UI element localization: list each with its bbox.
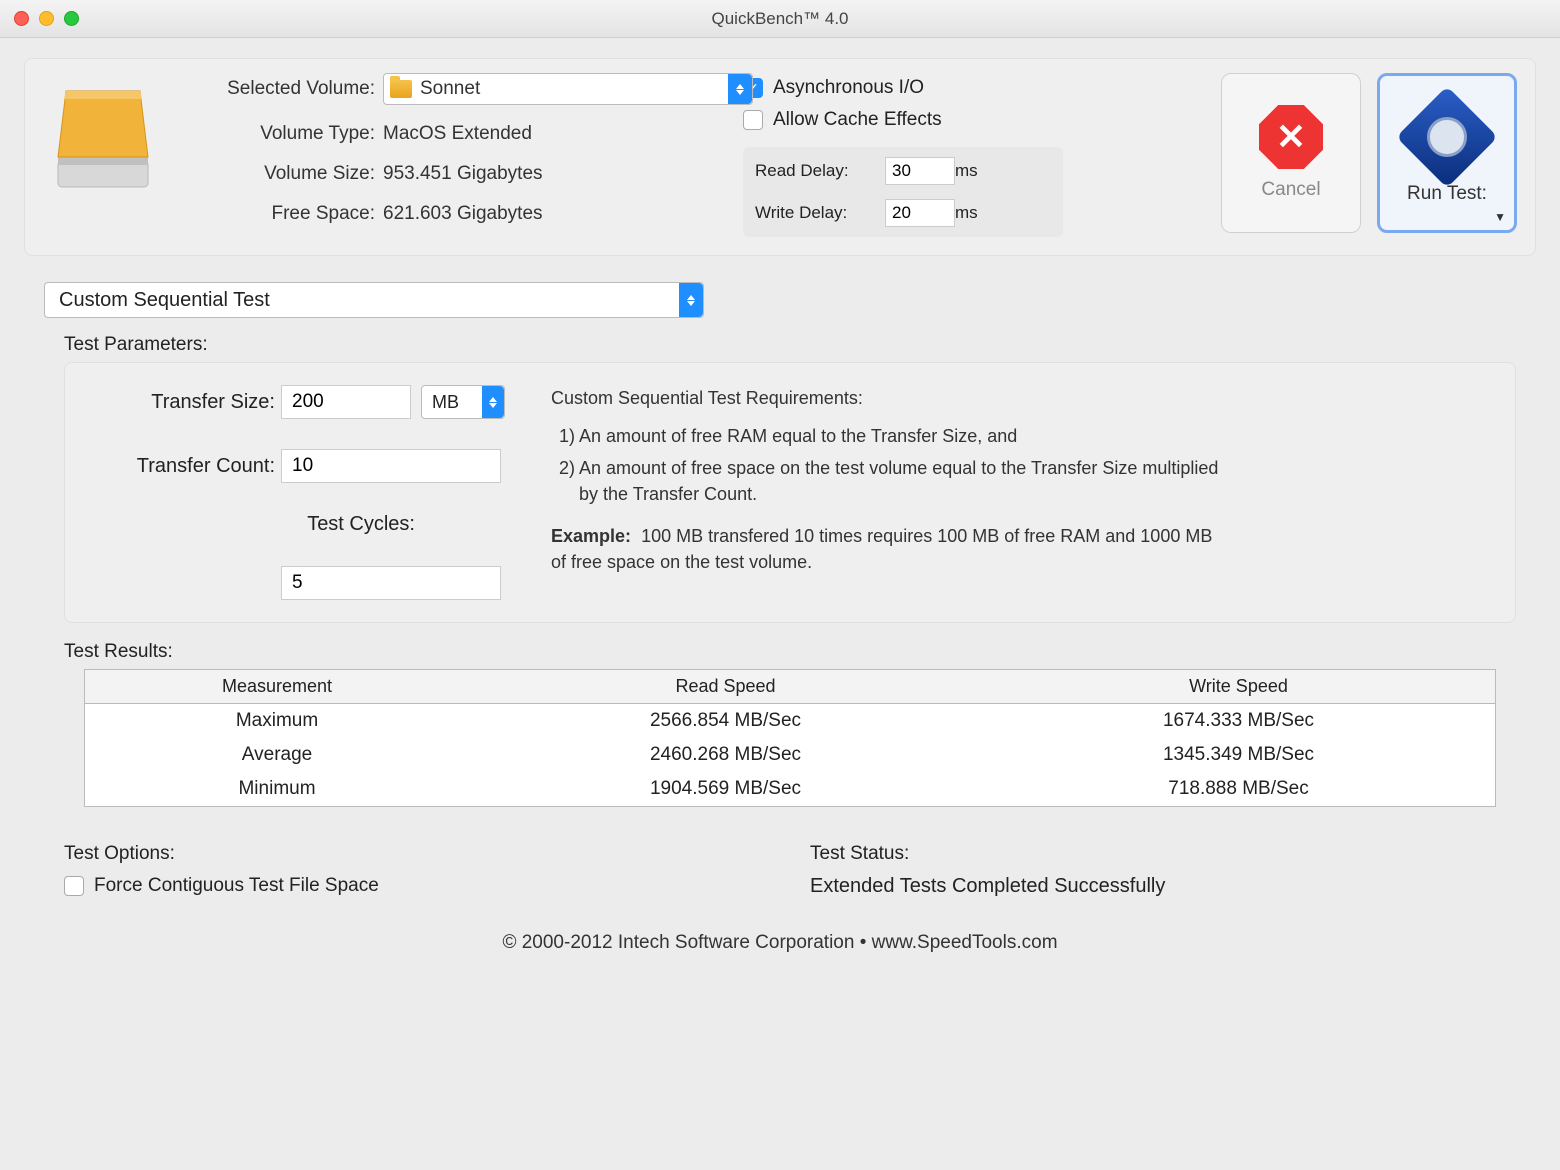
- read-delay-unit: ms: [955, 161, 995, 181]
- dropdown-arrows-icon: [728, 74, 752, 104]
- example-label: Example:: [551, 526, 631, 546]
- dropdown-arrows-icon: [679, 283, 703, 317]
- read-delay-label: Read Delay:: [755, 161, 885, 181]
- volume-size-value: 953.451 Gigabytes: [383, 163, 683, 185]
- dropdown-indicator-icon: ▼: [1494, 210, 1506, 224]
- example-text: 100 MB transfered 10 times requires 100 …: [551, 526, 1212, 572]
- titlebar: QuickBench™ 4.0: [0, 0, 1560, 38]
- test-parameters-header: Test Parameters:: [64, 334, 1536, 356]
- volume-size-label: Volume Size:: [183, 163, 383, 185]
- run-test-button-label: Run Test:: [1407, 183, 1487, 205]
- dropdown-arrows-icon: [482, 386, 504, 418]
- col-measurement: Measurement: [85, 670, 469, 704]
- cancel-button[interactable]: ✕ Cancel: [1221, 73, 1361, 233]
- test-parameters-panel: Transfer Size: MB Transfer Count: Test C…: [64, 362, 1516, 623]
- transfer-count-input[interactable]: [281, 449, 501, 483]
- transfer-size-input[interactable]: [281, 385, 411, 419]
- test-status-header: Test Status:: [810, 843, 1496, 865]
- col-read-speed: Read Speed: [469, 670, 982, 704]
- volume-info: Selected Volume: Sonnet Volume Type: Mac…: [183, 73, 683, 225]
- free-space-label: Free Space:: [183, 203, 383, 225]
- test-cycles-label: Test Cycles:: [281, 513, 421, 536]
- cancel-button-label: Cancel: [1261, 179, 1320, 201]
- force-contiguous-label: Force Contiguous Test File Space: [94, 875, 379, 897]
- volume-type-label: Volume Type:: [183, 123, 383, 145]
- quickbench-window: QuickBench™ 4.0 Selected Volume: Sonnet: [0, 0, 1560, 1170]
- read-delay-input[interactable]: [885, 157, 955, 185]
- volume-panel: Selected Volume: Sonnet Volume Type: Mac…: [24, 58, 1536, 256]
- stopwatch-icon: [1396, 86, 1498, 188]
- table-row: Maximum 2566.854 MB/Sec 1674.333 MB/Sec: [85, 704, 1495, 739]
- transfer-size-unit-value: MB: [432, 392, 459, 413]
- test-cycles-input[interactable]: [281, 566, 501, 600]
- async-io-label: Asynchronous I/O: [773, 77, 924, 99]
- selected-volume-label: Selected Volume:: [183, 78, 383, 100]
- io-options: ✓ Asynchronous I/O Allow Cache Effects R…: [743, 73, 1063, 237]
- requirements-header: Custom Sequential Test Requirements:: [551, 385, 1231, 411]
- run-test-button[interactable]: Run Test: ▼: [1377, 73, 1517, 233]
- test-type-dropdown[interactable]: Custom Sequential Test: [44, 282, 704, 318]
- volume-type-value: MacOS Extended: [383, 123, 683, 145]
- test-options-header: Test Options:: [64, 843, 750, 865]
- table-row: Average 2460.268 MB/Sec 1345.349 MB/Sec: [85, 738, 1495, 772]
- cache-effects-label: Allow Cache Effects: [773, 109, 942, 131]
- write-delay-unit: ms: [955, 203, 995, 223]
- free-space-value: 621.603 Gigabytes: [383, 203, 683, 225]
- test-type-value: Custom Sequential Test: [59, 289, 270, 312]
- table-row: Minimum 1904.569 MB/Sec 718.888 MB/Sec: [85, 772, 1495, 806]
- drive-icon: [43, 73, 163, 201]
- test-results-header: Test Results:: [64, 641, 1536, 663]
- test-status-value: Extended Tests Completed Successfully: [810, 875, 1496, 898]
- window-title: QuickBench™ 4.0: [0, 9, 1560, 29]
- write-delay-input[interactable]: [885, 199, 955, 227]
- cancel-icon: ✕: [1259, 105, 1323, 169]
- force-contiguous-checkbox[interactable]: [64, 876, 84, 896]
- selected-volume-value: Sonnet: [420, 78, 480, 100]
- selected-volume-dropdown[interactable]: Sonnet: [383, 73, 753, 105]
- transfer-size-label: Transfer Size:: [91, 391, 281, 414]
- col-write-speed: Write Speed: [982, 670, 1495, 704]
- requirements-text: Custom Sequential Test Requirements: 1) …: [551, 385, 1231, 600]
- transfer-size-unit-dropdown[interactable]: MB: [421, 385, 505, 419]
- requirement-1: 1) An amount of free RAM equal to the Tr…: [559, 423, 1231, 449]
- test-results-table: Measurement Read Speed Write Speed Maxim…: [84, 669, 1496, 807]
- footer-text: © 2000-2012 Intech Software Corporation …: [24, 932, 1536, 954]
- write-delay-label: Write Delay:: [755, 203, 885, 223]
- cache-effects-checkbox[interactable]: [743, 110, 763, 130]
- delay-group: Read Delay: ms Write Delay: ms: [743, 147, 1063, 237]
- requirement-2: 2) An amount of free space on the test v…: [559, 455, 1231, 507]
- transfer-count-label: Transfer Count:: [91, 455, 281, 478]
- folder-icon: [390, 80, 412, 98]
